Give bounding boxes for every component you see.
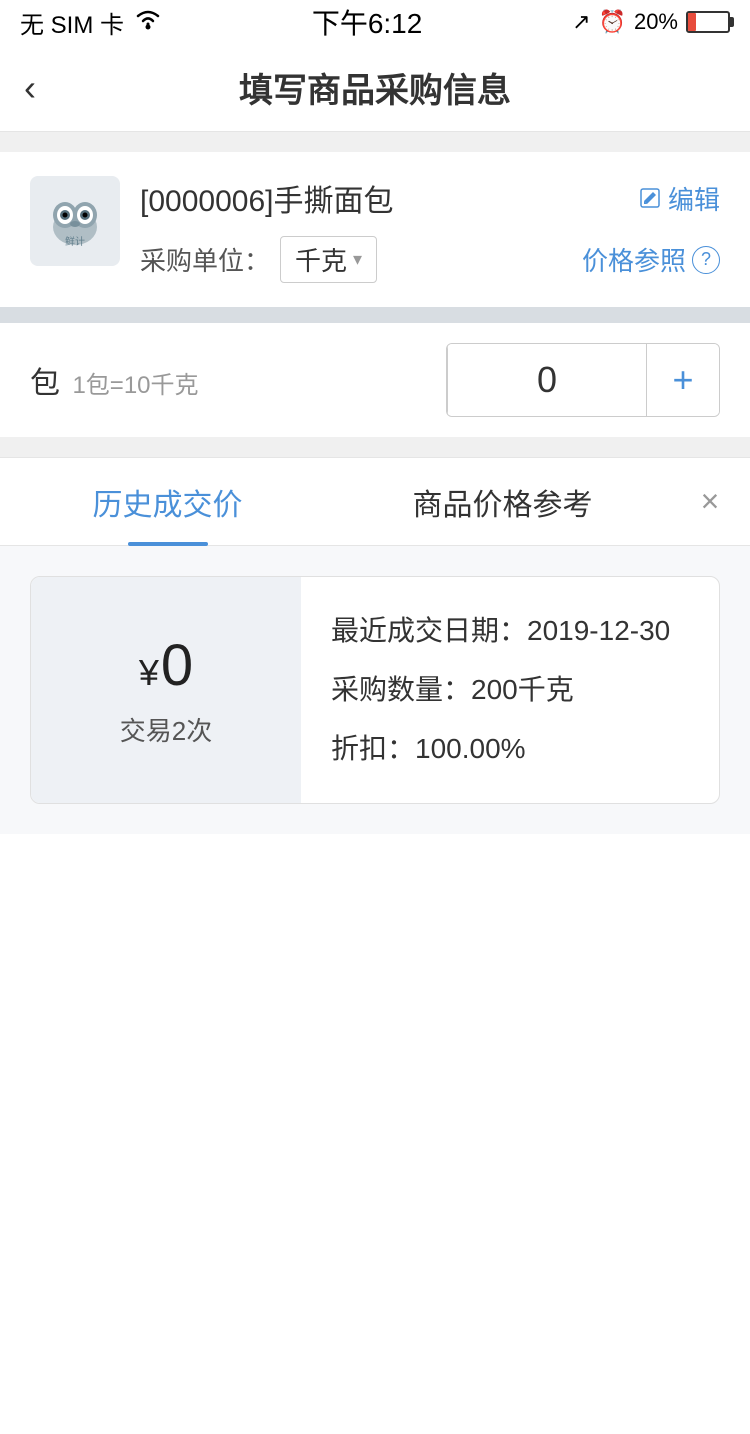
status-bar: 无 SIM 卡 下午6:12 ↗ ⏰ 20% (0, 0, 750, 44)
chevron-down-icon: ▾ (353, 249, 362, 270)
product-details: [0000006]手撕面包 编辑 采购单位： 千克 ▾ (140, 176, 720, 283)
tab-product-price-ref[interactable]: 商品价格参考 (335, 458, 670, 546)
carrier-text: 无 SIM 卡 (20, 5, 124, 40)
purchase-qty-row: 采购数量：200千克 (331, 670, 689, 709)
unit-left: 采购单位： 千克 ▾ (140, 236, 377, 283)
discount-label: 折扣： (331, 733, 415, 764)
price-card: ¥0 交易2次 最近成交日期：2019-12-30 采购数量：200千克 折扣：… (30, 576, 720, 804)
tab-header: 历史成交价 商品价格参考 × (0, 458, 750, 546)
page-title: 填写商品采购信息 (239, 63, 511, 112)
recent-date-row: 最近成交日期：2019-12-30 (331, 611, 689, 650)
purchase-qty-value: 200千克 (471, 674, 574, 705)
product-thumbnail: 鲜计 (30, 176, 120, 266)
price-card-right: 最近成交日期：2019-12-30 采购数量：200千克 折扣：100.00% (301, 577, 719, 803)
tab-close-button[interactable]: × (670, 483, 750, 520)
back-button[interactable]: ‹ (24, 67, 36, 109)
unit-value: 千克 (295, 241, 347, 278)
price-ref-label: 价格参照 (582, 241, 686, 278)
unit-row: 采购单位： 千克 ▾ 价格参照 ? (140, 236, 720, 283)
edit-button[interactable]: 编辑 (639, 180, 720, 217)
discount-row: 折扣：100.00% (331, 729, 689, 768)
status-left: 无 SIM 卡 (20, 5, 162, 40)
unit-label: 采购单位： (140, 241, 270, 278)
price-ref-button[interactable]: 价格参照 ? (582, 241, 720, 278)
price-card-left: ¥0 交易2次 (31, 577, 301, 803)
quantity-add-button[interactable]: + (647, 344, 719, 416)
quantity-row: 包 1包=10千克 0 + (0, 323, 750, 437)
quantity-sub-label: 1包=10千克 (72, 372, 198, 399)
quantity-control: 0 + (446, 343, 720, 417)
location-icon: ↗ (572, 9, 590, 35)
bottom-area (0, 834, 750, 1434)
history-content: ¥0 交易2次 最近成交日期：2019-12-30 采购数量：200千克 折扣：… (0, 546, 750, 834)
product-name-row: [0000006]手撕面包 编辑 (140, 176, 720, 220)
svg-text:鲜计: 鲜计 (65, 235, 85, 248)
status-time: 下午6:12 (312, 2, 423, 42)
tab-history-price[interactable]: 历史成交价 (0, 458, 335, 546)
recent-date-label: 最近成交日期： (331, 615, 527, 646)
trade-count: 交易2次 (120, 711, 212, 748)
battery-icon (686, 11, 730, 33)
quantity-value: 0 (447, 344, 647, 416)
unit-select[interactable]: 千克 ▾ (280, 236, 377, 283)
tab-underline (128, 542, 208, 546)
product-logo: 鲜计 (40, 186, 110, 256)
status-right: ↗ ⏰ 20% (572, 9, 730, 35)
quantity-label-group: 包 1包=10千克 (30, 358, 199, 402)
nav-bar: ‹ 填写商品采购信息 (0, 44, 750, 132)
recent-date-value: 2019-12-30 (527, 615, 670, 646)
battery-percent: 20% (634, 9, 678, 35)
alarm-icon: ⏰ (599, 9, 626, 35)
divider (0, 307, 750, 323)
price-display: ¥0 (139, 632, 193, 699)
price-amount: 0 (161, 633, 193, 698)
product-name: [0000006]手撕面包 (140, 176, 393, 220)
quantity-unit-label: 包 (30, 367, 60, 400)
purchase-qty-label: 采购数量： (331, 674, 471, 705)
product-top-row: 鲜计 [0000006]手撕面包 编辑 采购单位： (30, 176, 720, 283)
help-icon: ? (692, 246, 720, 274)
discount-value: 100.00% (415, 733, 526, 764)
currency-symbol: ¥ (139, 652, 159, 693)
tab-section: 历史成交价 商品价格参考 × ¥0 交易2次 最近成交日期：2019-12-30… (0, 457, 750, 834)
wifi-icon (134, 8, 162, 37)
product-card: 鲜计 [0000006]手撕面包 编辑 采购单位： (0, 152, 750, 307)
